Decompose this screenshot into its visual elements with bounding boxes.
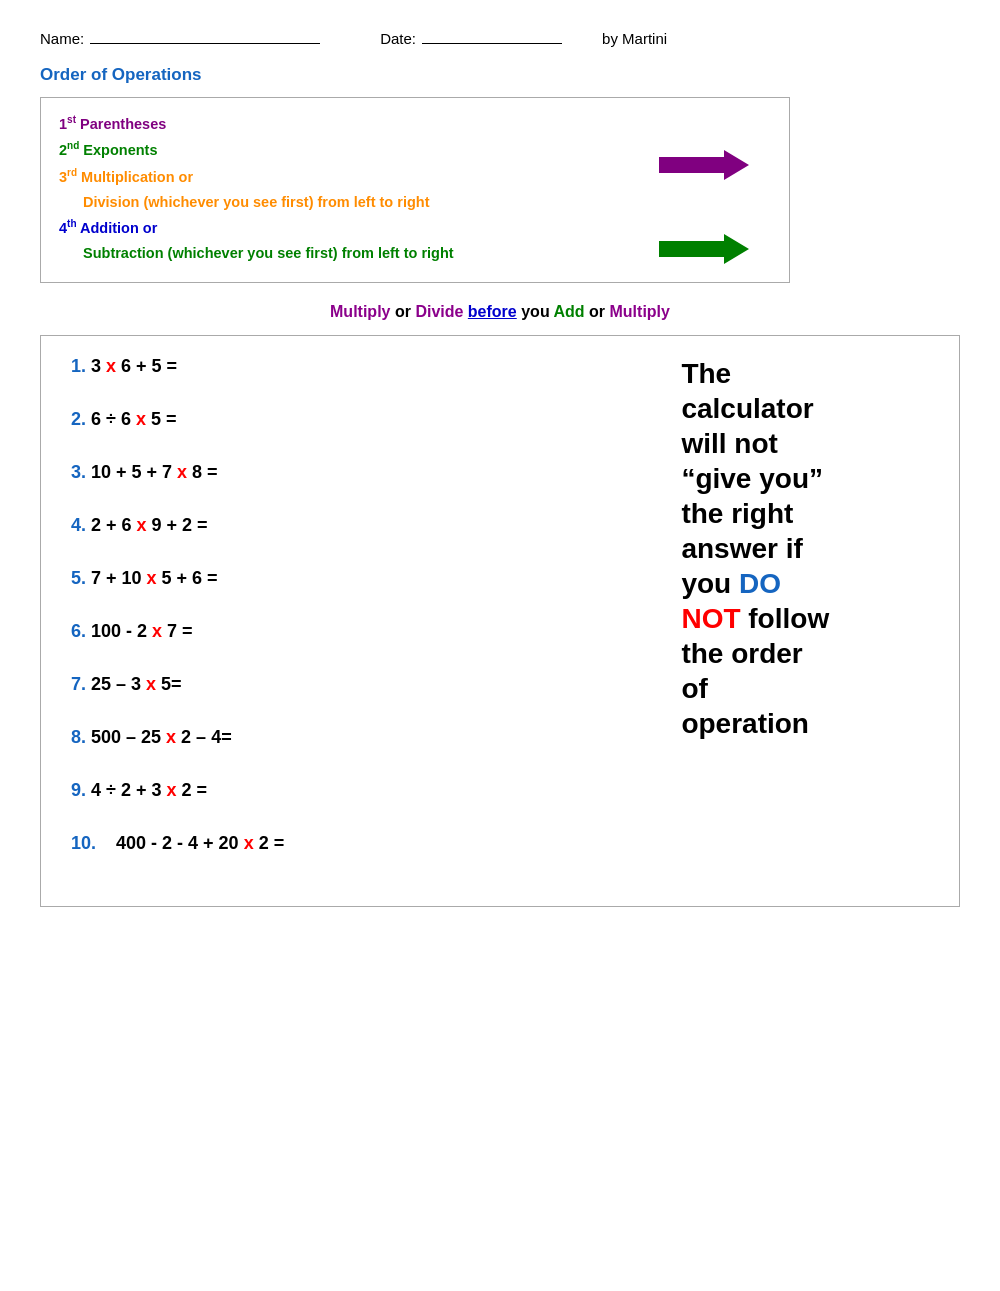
problem-9-expression: 4 ÷ 2 + 3 x 2 =: [91, 780, 207, 800]
problem-1-expression: 3 x 6 + 5 =: [91, 356, 177, 376]
author-label: by Martini: [602, 30, 667, 47]
problem-10-number: 10.: [71, 833, 111, 853]
problem-10-expression: 400 - 2 - 4 + 20 x 2 =: [116, 833, 284, 853]
problem-6: 6. 100 - 2 x 7 =: [71, 621, 645, 642]
sidebar-message: The calculator will not “give you” the r…: [681, 356, 943, 741]
section-title: Order of Operations: [40, 65, 960, 85]
op-3rd-label: 3rd Multiplication or: [59, 169, 193, 185]
op-2nd-label: 2nd Exponents: [59, 142, 157, 158]
problem-1-number: 1.: [71, 356, 91, 376]
problem-4: 4. 2 + 6 x 9 + 2 =: [71, 515, 645, 536]
purple-arrow-icon: [659, 150, 749, 180]
name-line: [90, 43, 320, 44]
problem-8-expression: 500 – 25 x 2 – 4=: [91, 727, 232, 747]
problem-9: 9. 4 ÷ 2 + 3 x 2 =: [71, 780, 645, 801]
name-field: Name:: [40, 30, 320, 47]
you-label: you: [521, 303, 553, 320]
problem-6-number: 6.: [71, 621, 91, 641]
op-subtraction-label: Subtraction (whichever you see first) fr…: [83, 245, 454, 261]
problem-3: 3. 10 + 5 + 7 x 8 =: [71, 462, 645, 483]
problem-4-expression: 2 + 6 x 9 + 2 =: [91, 515, 208, 535]
problem-2-expression: 6 ÷ 6 x 5 =: [91, 409, 176, 429]
divide-word: Divide: [415, 303, 463, 320]
problem-8: 8. 500 – 25 x 2 – 4=: [71, 727, 645, 748]
problem-9-number: 9.: [71, 780, 91, 800]
op-line-1: 1st Parentheses: [59, 112, 771, 136]
problem-4-number: 4.: [71, 515, 91, 535]
op-division-label: Division (whichever you see first) from …: [83, 194, 429, 210]
problem-10: 10. 400 - 2 - 4 + 20 x 2 =: [71, 833, 645, 854]
problem-8-number: 8.: [71, 727, 91, 747]
before-word: before: [468, 303, 517, 320]
date-field: Date:: [380, 30, 562, 47]
problem-7: 7. 25 – 3 x 5=: [71, 674, 645, 695]
problem-7-number: 7.: [71, 674, 91, 694]
sidebar-cell: The calculator will not “give you” the r…: [665, 335, 959, 906]
problem-5-expression: 7 + 10 x 5 + 6 =: [91, 568, 218, 588]
problems-cell: 1. 3 x 6 + 5 = 2. 6 ÷ 6 x 5 = 3. 10 + 5 …: [41, 335, 666, 906]
problem-3-number: 3.: [71, 462, 91, 482]
problem-7-expression: 25 – 3 x 5=: [91, 674, 182, 694]
problem-5-number: 5.: [71, 568, 91, 588]
name-label: Name:: [40, 30, 84, 47]
problem-6-expression: 100 - 2 x 7 =: [91, 621, 193, 641]
green-arrow-icon: [659, 234, 749, 264]
problem-2-number: 2.: [71, 409, 91, 429]
op-1st-label: 1st Parentheses: [59, 116, 166, 132]
or1: or: [395, 303, 415, 320]
svg-marker-1: [659, 234, 749, 264]
date-label: Date:: [380, 30, 416, 47]
multiply-rule: Multiply or Divide before you Add or Mul…: [40, 303, 960, 321]
multiply-word-2: Multiply: [610, 303, 670, 320]
problem-5: 5. 7 + 10 x 5 + 6 =: [71, 568, 645, 589]
problem-2: 2. 6 ÷ 6 x 5 =: [71, 409, 645, 430]
multiply-word: Multiply: [330, 303, 390, 320]
operations-box: 1st Parentheses 2nd Exponents 3rd Multip…: [40, 97, 790, 283]
problem-1: 1. 3 x 6 + 5 =: [71, 356, 645, 377]
do-word: DO: [739, 568, 781, 599]
svg-marker-0: [659, 150, 749, 180]
add-word: Add: [554, 303, 585, 320]
or2: or: [589, 303, 609, 320]
main-table: 1. 3 x 6 + 5 = 2. 6 ÷ 6 x 5 = 3. 10 + 5 …: [40, 335, 960, 907]
not-word: NOT: [681, 603, 740, 634]
date-line: [422, 43, 562, 44]
header: Name: Date: by Martini: [40, 30, 960, 47]
problem-3-expression: 10 + 5 + 7 x 8 =: [91, 462, 218, 482]
op-line-4: Division (whichever you see first) from …: [59, 192, 771, 214]
op-4th-label: 4th Addition or: [59, 220, 157, 236]
